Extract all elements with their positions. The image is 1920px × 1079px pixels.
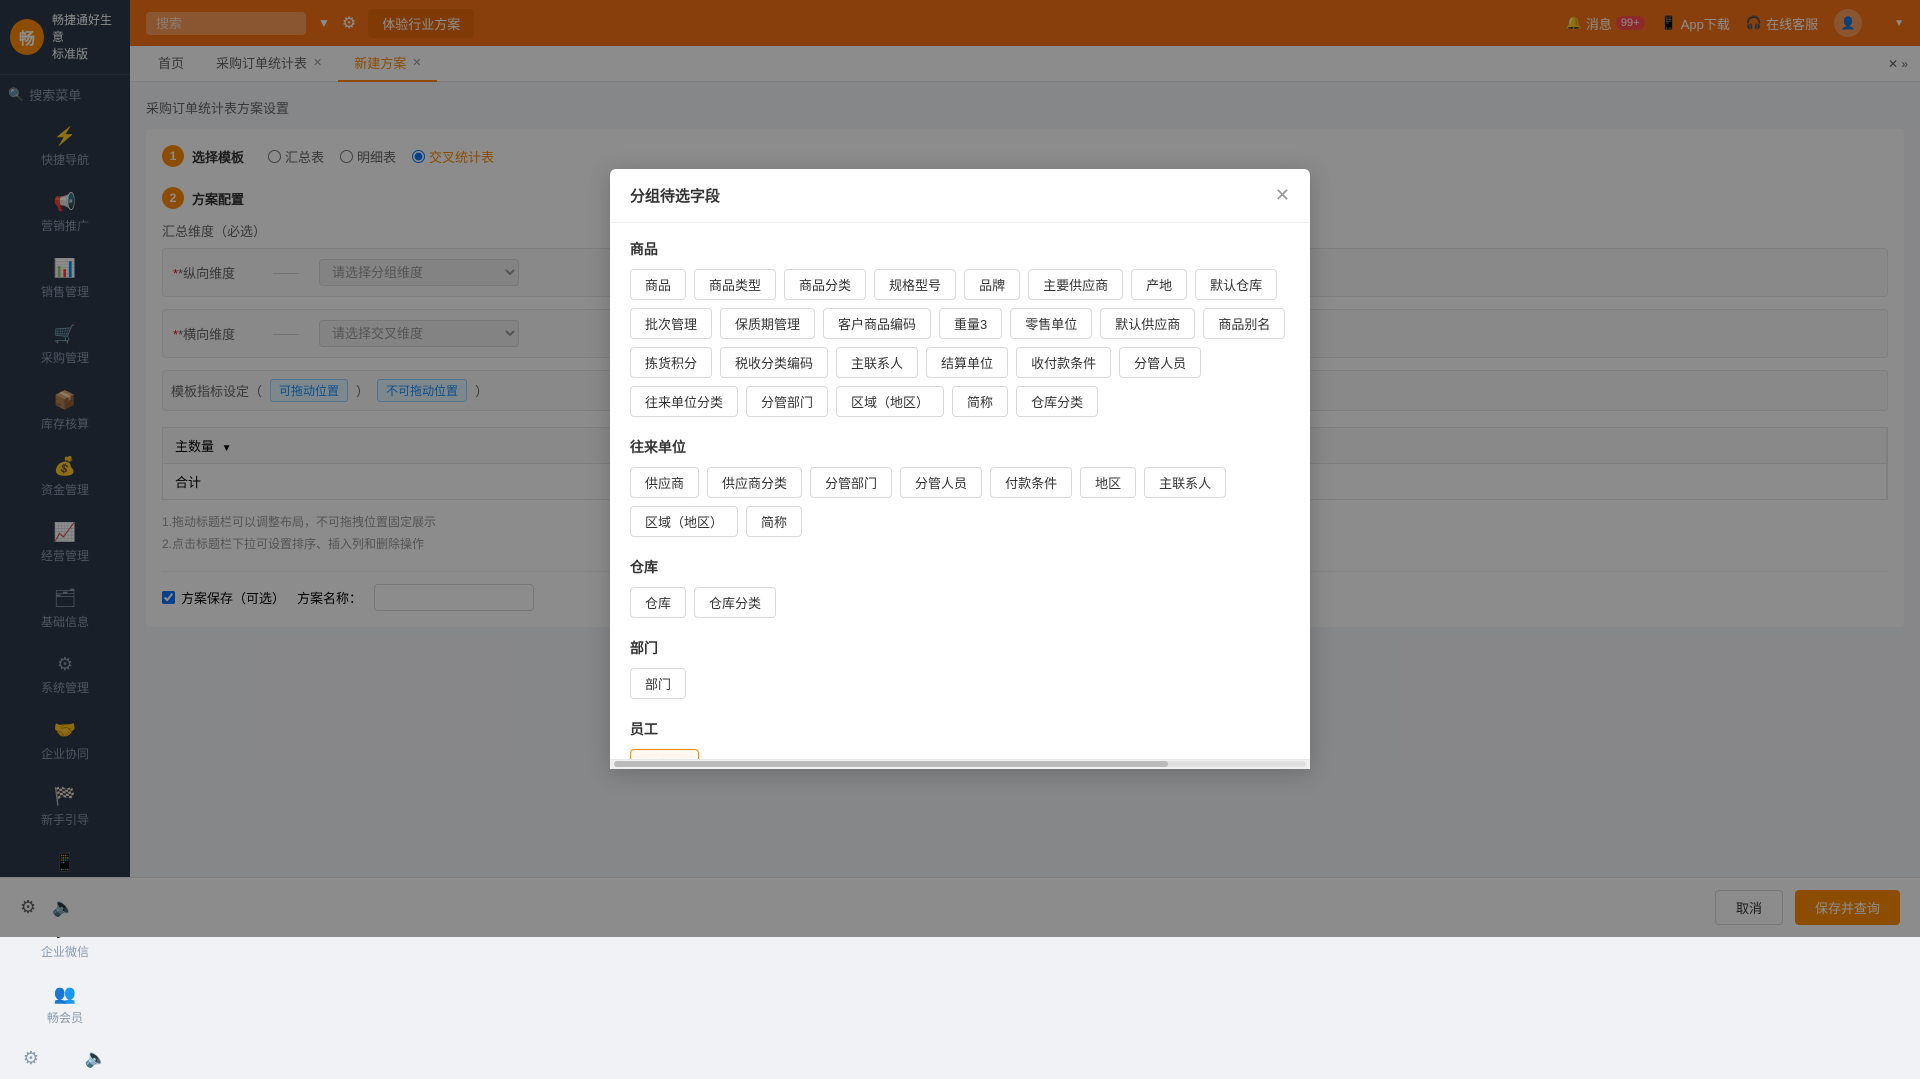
field-tags-goods: 商品商品类型商品分类规格型号品牌主要供应商产地默认仓库批次管理保质期管理客户商品… (630, 269, 1302, 417)
field-tag-spec-type[interactable]: 规格型号 (874, 269, 956, 300)
field-tag-pickup-points[interactable]: 拣货积分 (630, 347, 712, 378)
field-tag-brand[interactable]: 品牌 (964, 269, 1020, 300)
modal-title: 分组待选字段 (630, 185, 720, 206)
field-tag-payment-terms[interactable]: 收付款条件 (1016, 347, 1111, 378)
field-tag-goods-alias[interactable]: 商品别名 (1203, 308, 1285, 339)
field-tag-wh-cat[interactable]: 仓库分类 (694, 587, 776, 618)
field-section-title-partner: 往来单位 (630, 437, 1302, 457)
field-section-department: 部门部门 (630, 638, 1302, 699)
field-section-warehouse: 仓库仓库仓库分类 (630, 557, 1302, 618)
field-tags-warehouse: 仓库仓库分类 (630, 587, 1302, 618)
field-section-goods: 商品商品商品类型商品分类规格型号品牌主要供应商产地默认仓库批次管理保质期管理客户… (630, 239, 1302, 417)
field-tag-short-name[interactable]: 简称 (952, 386, 1008, 417)
field-tag-p-region[interactable]: 区域（地区） (630, 506, 738, 537)
field-tag-p-short[interactable]: 简称 (746, 506, 802, 537)
field-section-employee: 员工业务员 (630, 719, 1302, 759)
field-tag-retail-unit[interactable]: 零售单位 (1010, 308, 1092, 339)
field-tag-source-unit-cat[interactable]: 往来单位分类 (630, 386, 738, 417)
field-tag-settle-unit[interactable]: 结算单位 (926, 347, 1008, 378)
field-tag-area[interactable]: 地区 (1080, 467, 1136, 498)
field-section-title-warehouse: 仓库 (630, 557, 1302, 577)
field-tag-supplier[interactable]: 供应商 (630, 467, 699, 498)
modal-close-button[interactable]: ✕ (1275, 185, 1290, 206)
field-section-title-goods: 商品 (630, 239, 1302, 259)
field-tag-region-locale[interactable]: 区域（地区） (836, 386, 944, 417)
field-tag-quality-mgmt[interactable]: 保质期管理 (720, 308, 815, 339)
modal-header: 分组待选字段 ✕ (610, 169, 1310, 223)
sidebar-item-member[interactable]: 👥 畅会员 (0, 972, 130, 1038)
field-tag-manager[interactable]: 分管人员 (1119, 347, 1201, 378)
modal-body[interactable]: 商品商品商品类型商品分类规格型号品牌主要供应商产地默认仓库批次管理保质期管理客户… (610, 223, 1310, 759)
field-tag-main-supplier[interactable]: 主要供应商 (1028, 269, 1123, 300)
member-icon: 👥 (54, 984, 76, 1005)
field-tag-dept-item[interactable]: 部门 (630, 668, 686, 699)
modal: 分组待选字段 ✕ 商品商品商品类型商品分类规格型号品牌主要供应商产地默认仓库批次… (610, 169, 1310, 769)
field-tag-mgmt-dept[interactable]: 分管部门 (746, 386, 828, 417)
field-tag-tax-code[interactable]: 税收分类编码 (720, 347, 828, 378)
field-tag-dept-person[interactable]: 分管人员 (900, 467, 982, 498)
sidebar-bottom: ⚙ 🔈 (0, 1038, 130, 1079)
field-tag-default-warehouse[interactable]: 默认仓库 (1195, 269, 1277, 300)
gear-bottom-icon[interactable]: ⚙ (23, 1048, 39, 1069)
field-tag-goods-type[interactable]: 商品类型 (694, 269, 776, 300)
field-tag-origin[interactable]: 产地 (1131, 269, 1187, 300)
field-section-title-employee: 员工 (630, 719, 1302, 739)
field-tag-supplier-cat[interactable]: 供应商分类 (707, 467, 802, 498)
field-tags-partner: 供应商供应商分类分管部门分管人员付款条件地区主联系人区域（地区） 简称 (630, 467, 1302, 537)
field-tag-customer-code[interactable]: 客户商品编码 (823, 308, 931, 339)
field-tags-department: 部门 (630, 668, 1302, 699)
field-tag-default-supplier[interactable]: 默认供应商 (1100, 308, 1195, 339)
field-tag-goods[interactable]: 商品 (630, 269, 686, 300)
field-tag-contact[interactable]: 主联系人 (1144, 467, 1226, 498)
modal-horizontal-scrollbar[interactable] (610, 759, 1310, 769)
field-tag-wh[interactable]: 仓库 (630, 587, 686, 618)
field-tag-main-contact[interactable]: 主联系人 (836, 347, 918, 378)
field-section-title-department: 部门 (630, 638, 1302, 658)
field-tag-pay-terms[interactable]: 付款条件 (990, 467, 1072, 498)
volume-icon[interactable]: 🔈 (85, 1048, 107, 1069)
field-tags-employee: 业务员 (630, 749, 1302, 759)
field-tag-warehouse-cat[interactable]: 仓库分类 (1016, 386, 1098, 417)
field-tag-weight3[interactable]: 重量3 (939, 308, 1002, 339)
field-tag-salesperson[interactable]: 业务员 (630, 749, 699, 759)
field-tag-goods-category[interactable]: 商品分类 (784, 269, 866, 300)
field-tag-dept[interactable]: 分管部门 (810, 467, 892, 498)
field-section-partner: 往来单位供应商供应商分类分管部门分管人员付款条件地区主联系人区域（地区） 简称 (630, 437, 1302, 537)
field-tag-batch-mgmt[interactable]: 批次管理 (630, 308, 712, 339)
